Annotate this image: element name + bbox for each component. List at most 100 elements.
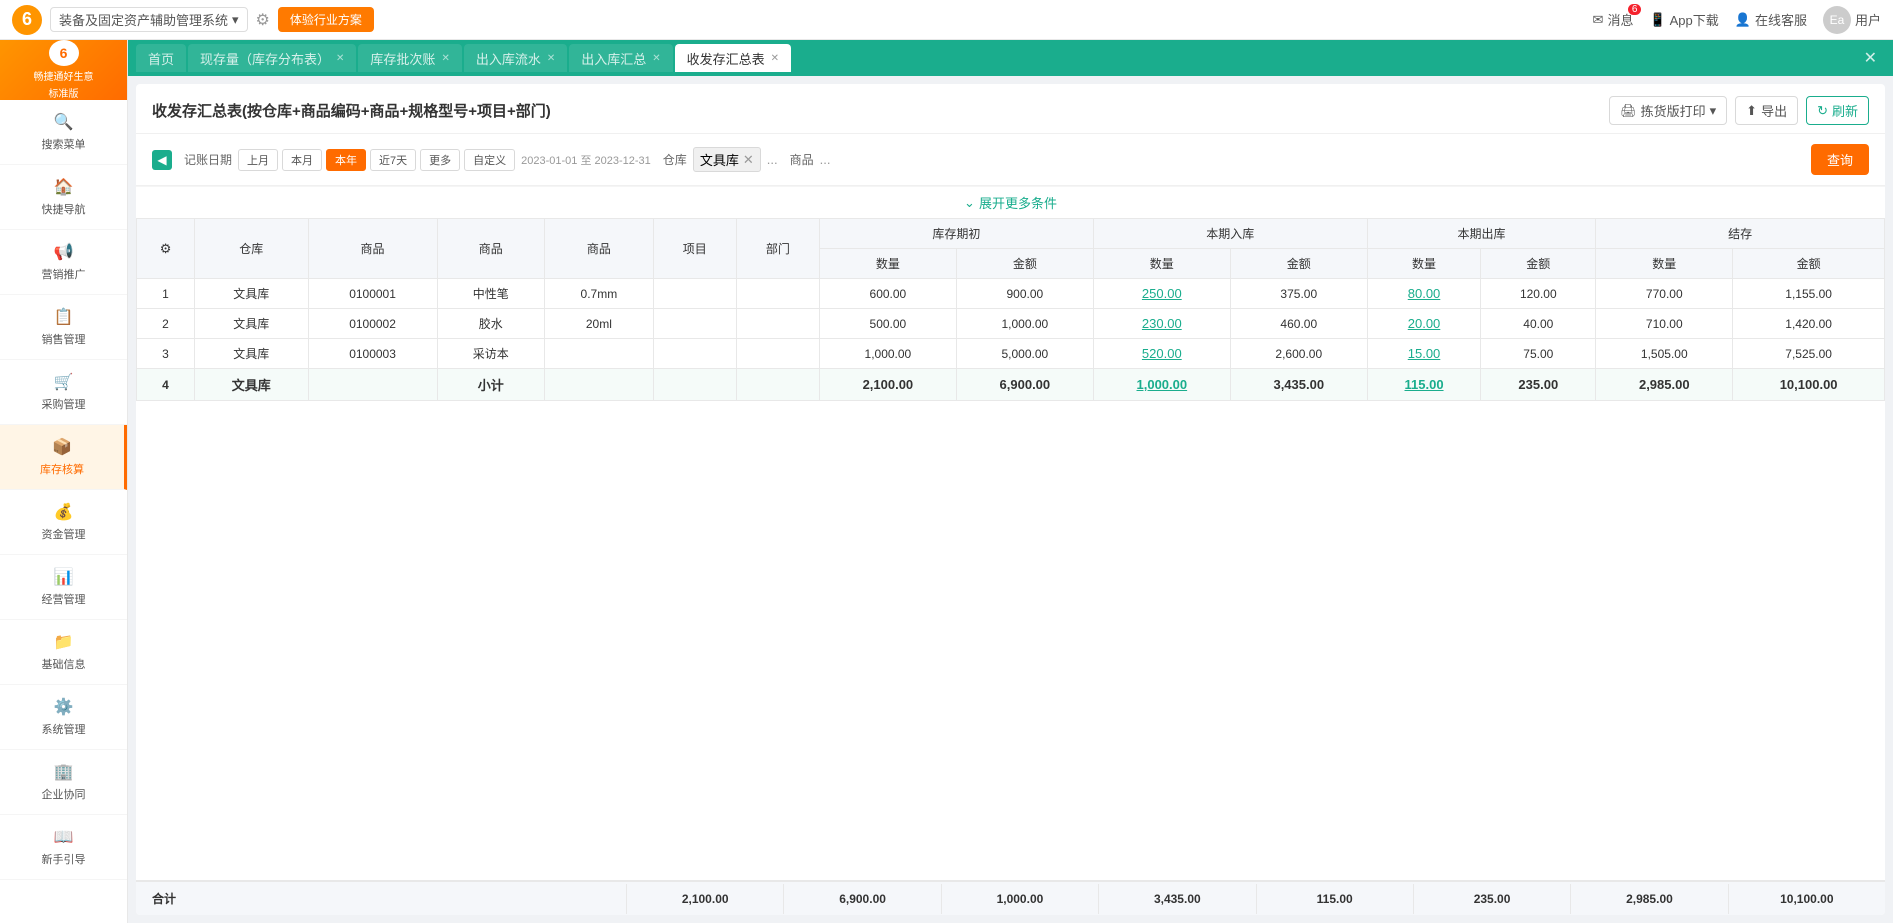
tab-batch-close[interactable]: ✕ bbox=[441, 53, 449, 64]
purchase-icon: 🛒 bbox=[54, 372, 74, 392]
sidebar-item-search[interactable]: 🔍 搜索菜单 bbox=[0, 100, 127, 165]
tab-inout-summary-label: 出入库汇总 bbox=[581, 49, 646, 68]
tab-batch[interactable]: 库存批次账 ✕ bbox=[358, 44, 461, 72]
td-in-qty[interactable]: 230.00 bbox=[1093, 309, 1230, 339]
td-out-qty[interactable]: 20.00 bbox=[1367, 309, 1481, 339]
th-dept: 部门 bbox=[736, 219, 819, 279]
tab-bar-close[interactable]: ✕ bbox=[1856, 48, 1885, 68]
td-bal-amt: 7,525.00 bbox=[1733, 339, 1885, 369]
td-name: 采访本 bbox=[437, 339, 544, 369]
sidebar-menu: 🔍 搜索菜单 🏠 快捷导航 📢 营销推广 📋 销售管理 🛒 采购管理 📦 bbox=[0, 100, 127, 923]
sidebar-item-operations[interactable]: 📊 经营管理 bbox=[0, 555, 127, 620]
logo-subtext: 标准版 bbox=[49, 85, 79, 100]
tab-inout-flow-close[interactable]: ✕ bbox=[547, 53, 555, 64]
expand-more-button[interactable]: ⌄ 展开更多条件 bbox=[964, 193, 1057, 212]
system-name-select[interactable]: 装备及固定资产辅助管理系统 ▾ bbox=[50, 7, 248, 32]
settings-icon[interactable]: ⚙ bbox=[256, 10, 270, 30]
tab-inout-summary-close[interactable]: ✕ bbox=[652, 53, 660, 64]
td-code: 0100003 bbox=[308, 339, 437, 369]
query-button[interactable]: 查询 bbox=[1811, 144, 1869, 175]
user-avatar: Ea bbox=[1823, 6, 1851, 34]
footer-bal-amt: 10,100.00 bbox=[1728, 884, 1885, 914]
td-in-qty[interactable]: 520.00 bbox=[1093, 339, 1230, 369]
tab-inventory-dist[interactable]: 现存量（库存分布表） ✕ bbox=[188, 44, 356, 72]
date-btn-this-year[interactable]: 本年 bbox=[326, 149, 366, 171]
td-spec bbox=[544, 369, 653, 401]
sidebar-item-marketing[interactable]: 📢 营销推广 bbox=[0, 230, 127, 295]
sidebar-item-guide[interactable]: 📖 新手引导 bbox=[0, 815, 127, 880]
tab-summary[interactable]: 收发存汇总表 ✕ bbox=[675, 44, 791, 72]
date-btn-last-month[interactable]: 上月 bbox=[238, 149, 278, 171]
th-in-amt: 金额 bbox=[1230, 249, 1367, 279]
td-dept bbox=[736, 279, 819, 309]
td-out-qty[interactable]: 15.00 bbox=[1367, 339, 1481, 369]
filter-collapse-button[interactable]: ◀ bbox=[152, 150, 172, 170]
th-settings[interactable]: ⚙ bbox=[137, 219, 195, 279]
warehouse-tag[interactable]: 文具库 ✕ bbox=[693, 147, 761, 172]
app-download-action[interactable]: 📱 App下载 bbox=[1649, 10, 1718, 29]
experience-button[interactable]: 体验行业方案 bbox=[278, 7, 374, 32]
sidebar-item-sales[interactable]: 📋 销售管理 bbox=[0, 295, 127, 360]
footer-open-qty: 2,100.00 bbox=[626, 884, 783, 914]
marketing-icon: 📢 bbox=[54, 242, 74, 262]
sidebar-item-finance[interactable]: 💰 资金管理 bbox=[0, 490, 127, 555]
date-btn-this-month[interactable]: 本月 bbox=[282, 149, 322, 171]
tab-home-label: 首页 bbox=[148, 49, 174, 68]
export-label: 导出 bbox=[1761, 101, 1787, 120]
td-spec bbox=[544, 339, 653, 369]
date-btn-7days[interactable]: 近7天 bbox=[370, 149, 416, 171]
tab-summary-close[interactable]: ✕ bbox=[771, 53, 779, 64]
goods-filter-label: 商品 bbox=[790, 151, 814, 168]
warehouse-filter-dots[interactable]: ... bbox=[767, 152, 778, 167]
online-service-action[interactable]: 👤 在线客服 bbox=[1735, 10, 1807, 29]
td-name: 胶水 bbox=[437, 309, 544, 339]
message-badge: 6 bbox=[1628, 4, 1642, 15]
print-button[interactable]: 🖨 拣货版打印 ▾ bbox=[1609, 96, 1727, 125]
tab-inventory-dist-close[interactable]: ✕ bbox=[336, 53, 344, 64]
sidebar-item-inventory[interactable]: 📦 库存核算 bbox=[0, 425, 127, 490]
tab-inout-summary[interactable]: 出入库汇总 ✕ bbox=[569, 44, 672, 72]
message-action[interactable]: ✉ 消息 6 bbox=[1593, 10, 1634, 29]
th-project: 项目 bbox=[653, 219, 736, 279]
goods-filter-dots[interactable]: ... bbox=[820, 152, 831, 167]
message-icon: ✉ bbox=[1593, 12, 1604, 28]
footer-bal-qty: 2,985.00 bbox=[1570, 884, 1727, 914]
tab-home[interactable]: 首页 bbox=[136, 44, 186, 72]
td-out-qty[interactable]: 80.00 bbox=[1367, 279, 1481, 309]
date-btn-more[interactable]: 更多 bbox=[420, 149, 460, 171]
date-btn-custom[interactable]: 自定义 bbox=[464, 149, 515, 171]
content-area: 首页 现存量（库存分布表） ✕ 库存批次账 ✕ 出入库流水 ✕ 出入库汇总 ✕ … bbox=[128, 40, 1893, 923]
sidebar-item-basic[interactable]: 📁 基础信息 bbox=[0, 620, 127, 685]
td-no: 2 bbox=[137, 309, 195, 339]
footer-total-label: 合计 bbox=[136, 882, 626, 915]
warehouse-tag-remove[interactable]: ✕ bbox=[743, 152, 754, 168]
td-dept bbox=[736, 339, 819, 369]
sidebar-item-purchase[interactable]: 🛒 采购管理 bbox=[0, 360, 127, 425]
export-button[interactable]: ⬆ 导出 bbox=[1735, 96, 1798, 125]
sidebar-item-system[interactable]: ⚙️ 系统管理 bbox=[0, 685, 127, 750]
expand-icon: ⌄ bbox=[964, 195, 975, 211]
td-in-qty[interactable]: 250.00 bbox=[1093, 279, 1230, 309]
td-project bbox=[653, 309, 736, 339]
date-range-text: 2023-01-01 至 2023-12-31 bbox=[521, 152, 651, 168]
sidebar-item-quick-nav[interactable]: 🏠 快捷导航 bbox=[0, 165, 127, 230]
page-title: 收发存汇总表(按仓库+商品编码+商品+规格型号+项目+部门) bbox=[152, 100, 551, 121]
user-action[interactable]: Ea 用户 bbox=[1823, 6, 1881, 34]
sidebar-label-quick-nav: 快捷导航 bbox=[42, 201, 86, 217]
th-bal-amt: 金额 bbox=[1733, 249, 1885, 279]
tab-inout-flow[interactable]: 出入库流水 ✕ bbox=[464, 44, 567, 72]
td-bal-qty: 710.00 bbox=[1596, 309, 1733, 339]
td-out-amt: 120.00 bbox=[1481, 279, 1596, 309]
tab-batch-label: 库存批次账 bbox=[370, 49, 435, 68]
td-project bbox=[653, 279, 736, 309]
sidebar-label-operations: 经营管理 bbox=[42, 591, 86, 607]
td-project bbox=[653, 369, 736, 401]
print-label: 拣货版打印 bbox=[1641, 101, 1706, 120]
refresh-button[interactable]: ↻ 刷新 bbox=[1806, 96, 1869, 125]
sidebar-item-enterprise[interactable]: 🏢 企业协同 bbox=[0, 750, 127, 815]
sidebar-label-enterprise: 企业协同 bbox=[42, 786, 86, 802]
td-in-amt: 2,600.00 bbox=[1230, 339, 1367, 369]
td-bal-amt: 10,100.00 bbox=[1733, 369, 1885, 401]
td-no: 1 bbox=[137, 279, 195, 309]
data-table-container: ⚙ 仓库 商品 商品 商品 项目 部门 库存期初 本期入库 本期出库 结存 bbox=[136, 218, 1885, 880]
